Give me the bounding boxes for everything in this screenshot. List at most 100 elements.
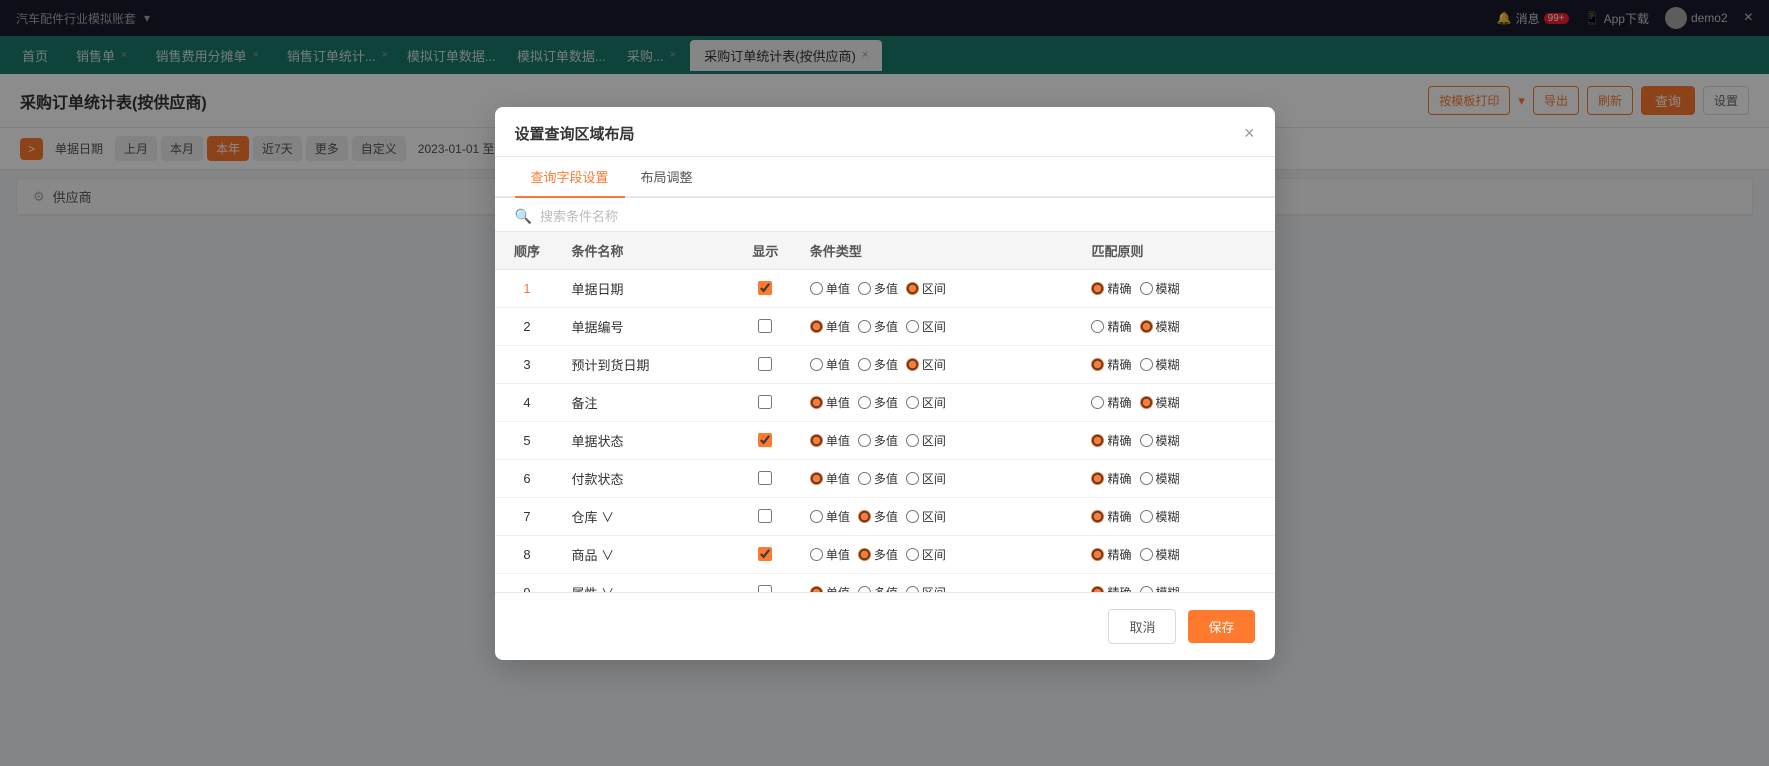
cell-order-5: 5 [495, 421, 560, 459]
type-option-multi-1[interactable]: 多值 [858, 280, 898, 297]
type-option-multi-7[interactable]: 多值 [858, 508, 898, 525]
type-option-multi-5[interactable]: 多值 [858, 432, 898, 449]
type-option-single-7[interactable]: 单值 [810, 508, 850, 525]
match-option-exact-3[interactable]: 精确 [1091, 356, 1131, 373]
type-option-multi-6[interactable]: 多值 [858, 470, 898, 487]
cell-display-6[interactable] [733, 459, 798, 497]
type-option-single-3[interactable]: 单值 [810, 356, 850, 373]
match-option-fuzzy-5[interactable]: 模糊 [1140, 432, 1180, 449]
match-radio-group-6: 精确模糊 [1091, 470, 1262, 487]
type-option-area-4[interactable]: 区间 [906, 394, 946, 411]
tab-layout-adjust[interactable]: 布局调整 [625, 157, 709, 198]
match-option-exact-1[interactable]: 精确 [1091, 280, 1131, 297]
table-header-row: 顺序 条件名称 显示 条件类型 匹配原则 [495, 232, 1275, 270]
checkbox-display-8[interactable] [758, 547, 772, 561]
type-option-multi-2[interactable]: 多值 [858, 318, 898, 335]
checkbox-display-2[interactable] [758, 319, 772, 333]
type-option-multi-8[interactable]: 多值 [858, 546, 898, 563]
type-option-area-2[interactable]: 区间 [906, 318, 946, 335]
match-option-fuzzy-1[interactable]: 模糊 [1140, 280, 1180, 297]
table-row: 3预计到货日期单值多值区间精确模糊 [495, 345, 1275, 383]
match-radio-group-8: 精确模糊 [1091, 546, 1262, 563]
checkbox-display-6[interactable] [758, 471, 772, 485]
type-option-area-6[interactable]: 区间 [906, 470, 946, 487]
cell-display-4[interactable] [733, 383, 798, 421]
cell-type-1: 单值多值区间 [798, 269, 1080, 307]
dialog-close-button[interactable]: × [1244, 124, 1255, 142]
type-option-single-5[interactable]: 单值 [810, 432, 850, 449]
match-option-fuzzy-3[interactable]: 模糊 [1140, 356, 1180, 373]
match-option-exact-8[interactable]: 精确 [1091, 546, 1131, 563]
cell-type-7: 单值多值区间 [798, 497, 1080, 535]
search-input[interactable] [540, 209, 740, 224]
checkbox-display-1[interactable] [758, 281, 772, 295]
cell-name-7: 仓库 ∨ [560, 497, 733, 535]
type-option-single-6[interactable]: 单值 [810, 470, 850, 487]
type-option-area-1[interactable]: 区间 [906, 280, 946, 297]
type-option-area-3[interactable]: 区间 [906, 356, 946, 373]
tab-field-settings[interactable]: 查询字段设置 [515, 157, 625, 198]
type-option-multi-4[interactable]: 多值 [858, 394, 898, 411]
match-option-fuzzy-8[interactable]: 模糊 [1140, 546, 1180, 563]
checkbox-display-3[interactable] [758, 357, 772, 371]
type-option-single-1[interactable]: 单值 [810, 280, 850, 297]
cell-display-7[interactable] [733, 497, 798, 535]
type-option-multi-9[interactable]: 多值 [858, 584, 898, 592]
cell-name-9: 属性 ∨ [560, 573, 733, 592]
type-option-area-7[interactable]: 区间 [906, 508, 946, 525]
cell-display-1[interactable] [733, 269, 798, 307]
match-option-fuzzy-4[interactable]: 模糊 [1140, 394, 1180, 411]
type-option-area-8[interactable]: 区间 [906, 546, 946, 563]
type-option-single-9[interactable]: 单值 [810, 584, 850, 592]
dialog-table: 顺序 条件名称 显示 条件类型 匹配原则 1单据日期单值多值区间精确模糊2单据编… [495, 232, 1275, 592]
cell-display-9[interactable] [733, 573, 798, 592]
cell-order-4: 4 [495, 383, 560, 421]
match-option-fuzzy-2[interactable]: 模糊 [1140, 318, 1180, 335]
type-option-area-9[interactable]: 区间 [906, 584, 946, 592]
col-header-type: 条件类型 [798, 232, 1080, 270]
match-option-fuzzy-7[interactable]: 模糊 [1140, 508, 1180, 525]
cell-match-4: 精确模糊 [1079, 383, 1274, 421]
type-option-area-5[interactable]: 区间 [906, 432, 946, 449]
table-row: 1单据日期单值多值区间精确模糊 [495, 269, 1275, 307]
search-icon: 🔍 [515, 208, 532, 225]
match-option-exact-9[interactable]: 精确 [1091, 584, 1131, 592]
match-radio-group-2: 精确模糊 [1091, 318, 1262, 335]
cell-match-2: 精确模糊 [1079, 307, 1274, 345]
match-radio-group-3: 精确模糊 [1091, 356, 1262, 373]
cell-order-6: 6 [495, 459, 560, 497]
checkbox-display-4[interactable] [758, 395, 772, 409]
match-option-exact-7[interactable]: 精确 [1091, 508, 1131, 525]
cell-display-3[interactable] [733, 345, 798, 383]
type-option-single-2[interactable]: 单值 [810, 318, 850, 335]
match-option-exact-5[interactable]: 精确 [1091, 432, 1131, 449]
cancel-button[interactable]: 取消 [1108, 609, 1176, 644]
save-button[interactable]: 保存 [1188, 610, 1254, 643]
type-option-multi-3[interactable]: 多值 [858, 356, 898, 373]
match-option-exact-6[interactable]: 精确 [1091, 470, 1131, 487]
cell-type-8: 单值多值区间 [798, 535, 1080, 573]
cell-match-3: 精确模糊 [1079, 345, 1274, 383]
dialog-header: 设置查询区域布局 × [495, 107, 1275, 157]
cell-display-2[interactable] [733, 307, 798, 345]
table-row: 8商品 ∨单值多值区间精确模糊 [495, 535, 1275, 573]
cell-display-8[interactable] [733, 535, 798, 573]
type-radio-group-3: 单值多值区间 [810, 356, 1068, 373]
checkbox-display-7[interactable] [758, 509, 772, 523]
cell-order-3: 3 [495, 345, 560, 383]
type-option-single-4[interactable]: 单值 [810, 394, 850, 411]
cell-match-7: 精确模糊 [1079, 497, 1274, 535]
match-option-exact-4[interactable]: 精确 [1091, 394, 1131, 411]
col-header-display: 显示 [733, 232, 798, 270]
match-option-exact-2[interactable]: 精确 [1091, 318, 1131, 335]
checkbox-display-5[interactable] [758, 433, 772, 447]
dialog-tabs: 查询字段设置 布局调整 [495, 157, 1275, 198]
match-option-fuzzy-6[interactable]: 模糊 [1140, 470, 1180, 487]
match-option-fuzzy-9[interactable]: 模糊 [1140, 584, 1180, 592]
type-radio-group-6: 单值多值区间 [810, 470, 1068, 487]
type-option-single-8[interactable]: 单值 [810, 546, 850, 563]
cell-match-9: 精确 模糊 [1079, 573, 1274, 592]
cell-display-5[interactable] [733, 421, 798, 459]
cell-type-3: 单值多值区间 [798, 345, 1080, 383]
table-row: 5单据状态单值多值区间精确模糊 [495, 421, 1275, 459]
